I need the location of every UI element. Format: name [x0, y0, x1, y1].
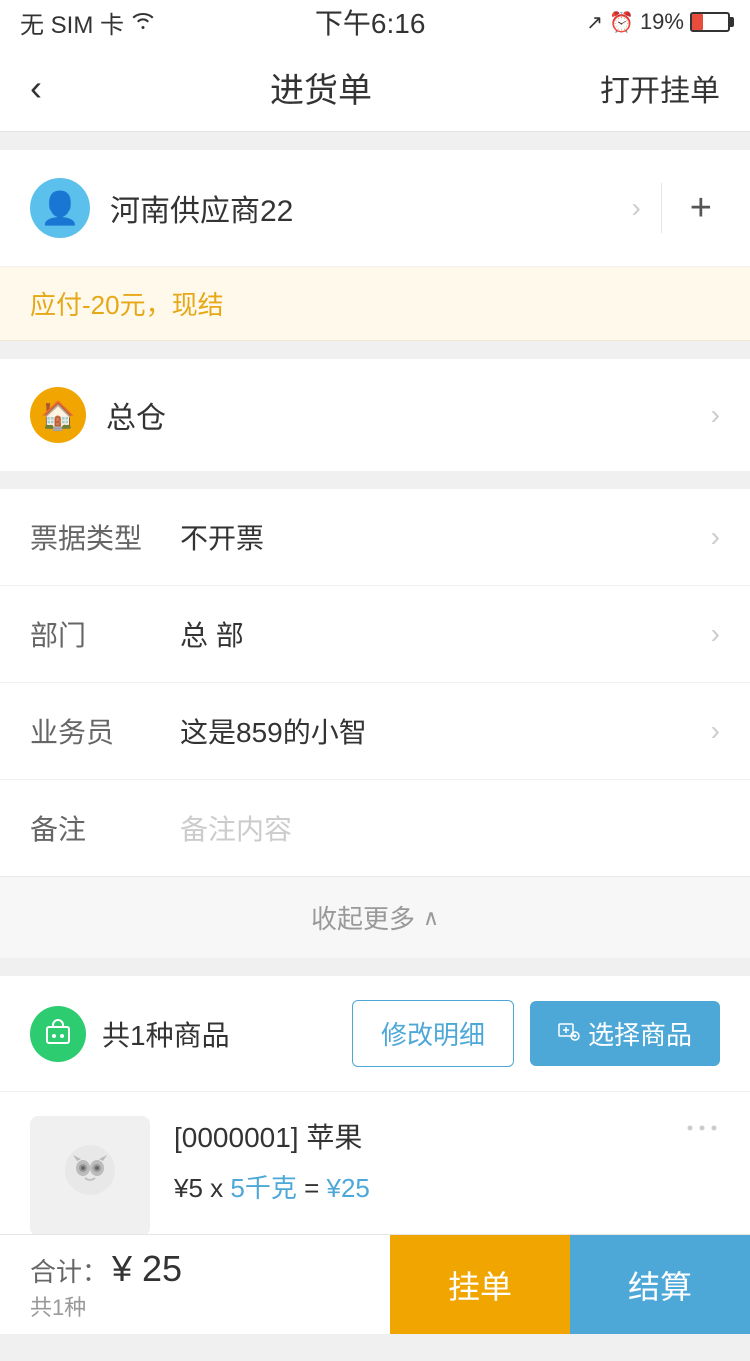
select-product-label: 选择商品	[588, 1015, 692, 1052]
invoice-value: 不开票	[160, 517, 711, 557]
section-gap-3	[0, 471, 750, 489]
remark-input[interactable]: 备注内容	[160, 808, 720, 848]
product-info: [0000001] 苹果 ¥5 x 5千克 = ¥25	[174, 1116, 684, 1205]
product-title: 苹果	[306, 1122, 362, 1153]
hold-order-button[interactable]: 挂单	[390, 1235, 570, 1334]
footer: 合计： ¥ 25 共1种 挂单 结算	[0, 1234, 750, 1334]
warehouse-row[interactable]: 🏠 总仓 ›	[0, 359, 750, 471]
total-amount: ¥ 25	[112, 1248, 182, 1290]
status-left: 无 SIM 卡	[20, 5, 154, 40]
invoice-row[interactable]: 票据类型 不开票 ›	[0, 489, 750, 586]
supplier-row[interactable]: 👤 河南供应商22 › +	[0, 150, 750, 267]
product-name: [0000001] 苹果	[174, 1116, 684, 1156]
staff-label: 业务员	[30, 711, 160, 751]
product-count-label: 共1种商品	[102, 1014, 352, 1054]
nav-bar: ‹ 进货单 打开挂单	[0, 44, 750, 132]
collapse-row[interactable]: 收起更多 ∧	[0, 876, 750, 958]
invoice-chevron-icon: ›	[711, 521, 720, 553]
open-hold-button[interactable]: 打开挂单	[600, 66, 720, 110]
add-supplier-button[interactable]: +	[682, 187, 720, 230]
page-title: 进货单	[270, 63, 372, 112]
carrier-text: 无 SIM 卡	[20, 5, 124, 40]
total-sub: 共1种	[30, 1290, 360, 1322]
product-section: 共1种商品 修改明细 选择商品	[0, 976, 750, 1261]
product-header: 共1种商品 修改明细 选择商品	[0, 976, 750, 1092]
battery-text: 19%	[640, 9, 684, 35]
product-owl-icon	[55, 1135, 125, 1217]
select-product-icon	[558, 1020, 580, 1048]
product-price-row: ¥5 x 5千克 = ¥25	[174, 1168, 684, 1205]
product-price: ¥5	[174, 1173, 203, 1203]
section-gap-1	[0, 132, 750, 150]
status-time: 下午6:16	[315, 2, 426, 42]
product-count-icon	[30, 1006, 86, 1062]
remark-row[interactable]: 备注 备注内容	[0, 780, 750, 876]
dept-row[interactable]: 部门 总 部 ›	[0, 586, 750, 683]
form-section: 票据类型 不开票 › 部门 总 部 › 业务员 这是859的小智 › 备注 备注…	[0, 489, 750, 958]
supplier-avatar: 👤	[30, 178, 90, 238]
alarm-icon: ⏰	[609, 10, 634, 35]
supplier-divider	[661, 183, 662, 233]
product-more-button[interactable]	[684, 1116, 720, 1136]
product-code: [0000001]	[174, 1122, 299, 1153]
back-button[interactable]: ‹	[30, 67, 42, 109]
wifi-icon	[132, 8, 154, 36]
product-thumbnail	[30, 1116, 150, 1236]
settle-button[interactable]: 结算	[570, 1235, 750, 1334]
staff-row[interactable]: 业务员 这是859的小智 ›	[0, 683, 750, 780]
person-icon: 👤	[40, 189, 80, 227]
notice-banner: 应付-20元，现结	[0, 267, 750, 341]
section-gap-2	[0, 341, 750, 359]
product-multiply: x	[210, 1173, 230, 1203]
product-equals: =	[304, 1173, 326, 1203]
location-icon: ↗	[586, 10, 603, 35]
collapse-label: 收起更多	[311, 899, 415, 936]
modify-detail-button[interactable]: 修改明细	[352, 1000, 514, 1067]
product-qty: 5千克	[230, 1173, 296, 1203]
staff-value: 这是859的小智	[160, 711, 711, 751]
total-label: 合计：	[30, 1252, 108, 1289]
product-total: ¥25	[327, 1173, 370, 1203]
status-bar: 无 SIM 卡 下午6:16 ↗ ⏰ 19%	[0, 0, 750, 44]
battery-icon	[690, 12, 730, 32]
warehouse-name: 总仓	[106, 393, 711, 437]
warehouse-icon: 🏠	[41, 399, 76, 432]
select-product-button[interactable]: 选择商品	[530, 1001, 720, 1066]
invoice-label: 票据类型	[30, 517, 160, 557]
dept-value: 总 部	[160, 614, 711, 654]
supplier-card: 👤 河南供应商22 › + 应付-20元，现结	[0, 150, 750, 341]
warehouse-card[interactable]: 🏠 总仓 ›	[0, 359, 750, 471]
warehouse-chevron-icon: ›	[711, 399, 720, 431]
dept-label: 部门	[30, 614, 160, 654]
collapse-chevron-icon: ∧	[423, 905, 439, 931]
footer-total: 合计： ¥ 25 共1种	[0, 1235, 390, 1334]
staff-chevron-icon: ›	[711, 715, 720, 747]
remark-label: 备注	[30, 808, 160, 848]
supplier-name: 河南供应商22	[110, 186, 631, 230]
status-right: ↗ ⏰ 19%	[586, 9, 730, 35]
chevron-right-icon: ›	[631, 192, 640, 224]
dept-chevron-icon: ›	[711, 618, 720, 650]
warehouse-icon-wrap: 🏠	[30, 387, 86, 443]
